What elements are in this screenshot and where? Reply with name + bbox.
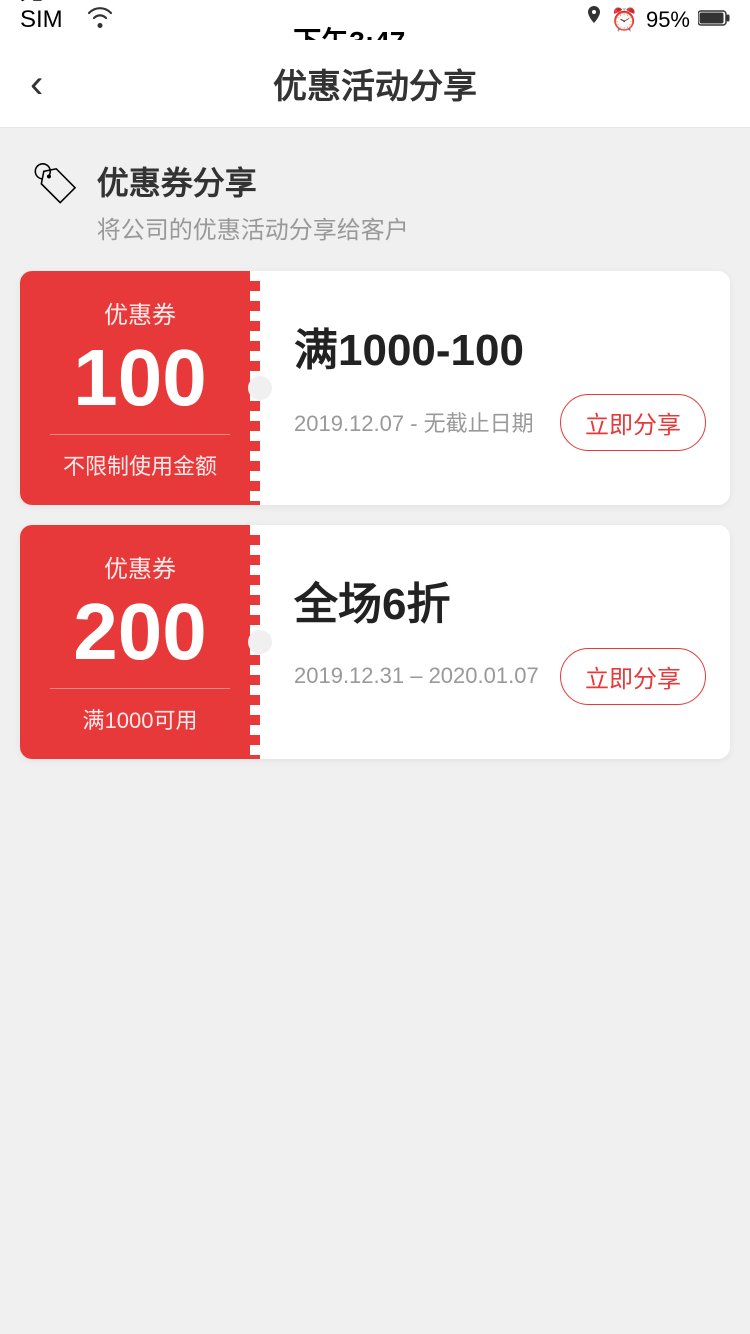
coupon-card-1: 优惠券 100 不限制使用金额 满1000-100 2019.12.07 - 无… <box>20 271 730 505</box>
coupon-bottom-row-2: 2019.12.31 – 2020.01.07 立即分享 <box>294 648 706 705</box>
coupon-date-1: 2019.12.07 - 无截止日期 <box>294 406 550 438</box>
share-button-1[interactable]: 立即分享 <box>560 394 706 451</box>
battery-percentage: 95% <box>646 7 690 33</box>
section-header: 🏷 优惠券分享 将公司的优惠活动分享给客户 <box>0 128 750 261</box>
coupon-right-2: 全场6折 2019.12.31 – 2020.01.07 立即分享 <box>260 525 730 759</box>
coupon-left-1: 优惠券 100 不限制使用金额 <box>20 271 260 505</box>
coupon-condition-1: 不限制使用金额 <box>63 449 217 481</box>
section-title-wrap: 优惠券分享 将公司的优惠活动分享给客户 <box>97 158 409 245</box>
nav-bar: ‹ 优惠活动分享 <box>0 40 750 128</box>
location-icon <box>585 6 603 34</box>
coupon-divider-2 <box>50 688 230 689</box>
section-icon: 🏷 <box>30 160 81 207</box>
status-bar: 无 SIM 卡 下午3:47 ⏰ 95% <box>0 0 750 40</box>
coupon-label-1: 优惠券 <box>104 295 176 330</box>
wifi-icon <box>86 6 114 35</box>
coupon-name-1: 满1000-100 <box>294 325 706 378</box>
section-title: 优惠券分享 <box>97 158 409 204</box>
page-title: 优惠活动分享 <box>273 59 477 108</box>
back-button[interactable]: ‹ <box>30 64 43 104</box>
coupon-divider-1 <box>50 434 230 435</box>
coupon-amount-1: 100 <box>73 338 206 418</box>
coupon-amount-2: 200 <box>73 592 206 672</box>
coupon-list: 优惠券 100 不限制使用金额 满1000-100 2019.12.07 - 无… <box>0 261 750 779</box>
share-button-2[interactable]: 立即分享 <box>560 648 706 705</box>
coupon-bottom-row-1: 2019.12.07 - 无截止日期 立即分享 <box>294 394 706 451</box>
coupon-left-2: 优惠券 200 满1000可用 <box>20 525 260 759</box>
coupon-name-2: 全场6折 <box>294 579 706 632</box>
background-filler <box>0 779 750 1279</box>
status-right: ⏰ 95% <box>585 6 730 34</box>
section-subtitle: 将公司的优惠活动分享给客户 <box>97 210 409 245</box>
alarm-icon: ⏰ <box>611 7 638 33</box>
coupon-condition-2: 满1000可用 <box>83 703 198 735</box>
battery-icon <box>698 7 730 33</box>
coupon-label-2: 优惠券 <box>104 549 176 584</box>
coupon-right-1: 满1000-100 2019.12.07 - 无截止日期 立即分享 <box>260 271 730 505</box>
coupon-date-2: 2019.12.31 – 2020.01.07 <box>294 663 550 689</box>
coupon-card-2: 优惠券 200 满1000可用 全场6折 2019.12.31 – 2020.0… <box>20 525 730 759</box>
